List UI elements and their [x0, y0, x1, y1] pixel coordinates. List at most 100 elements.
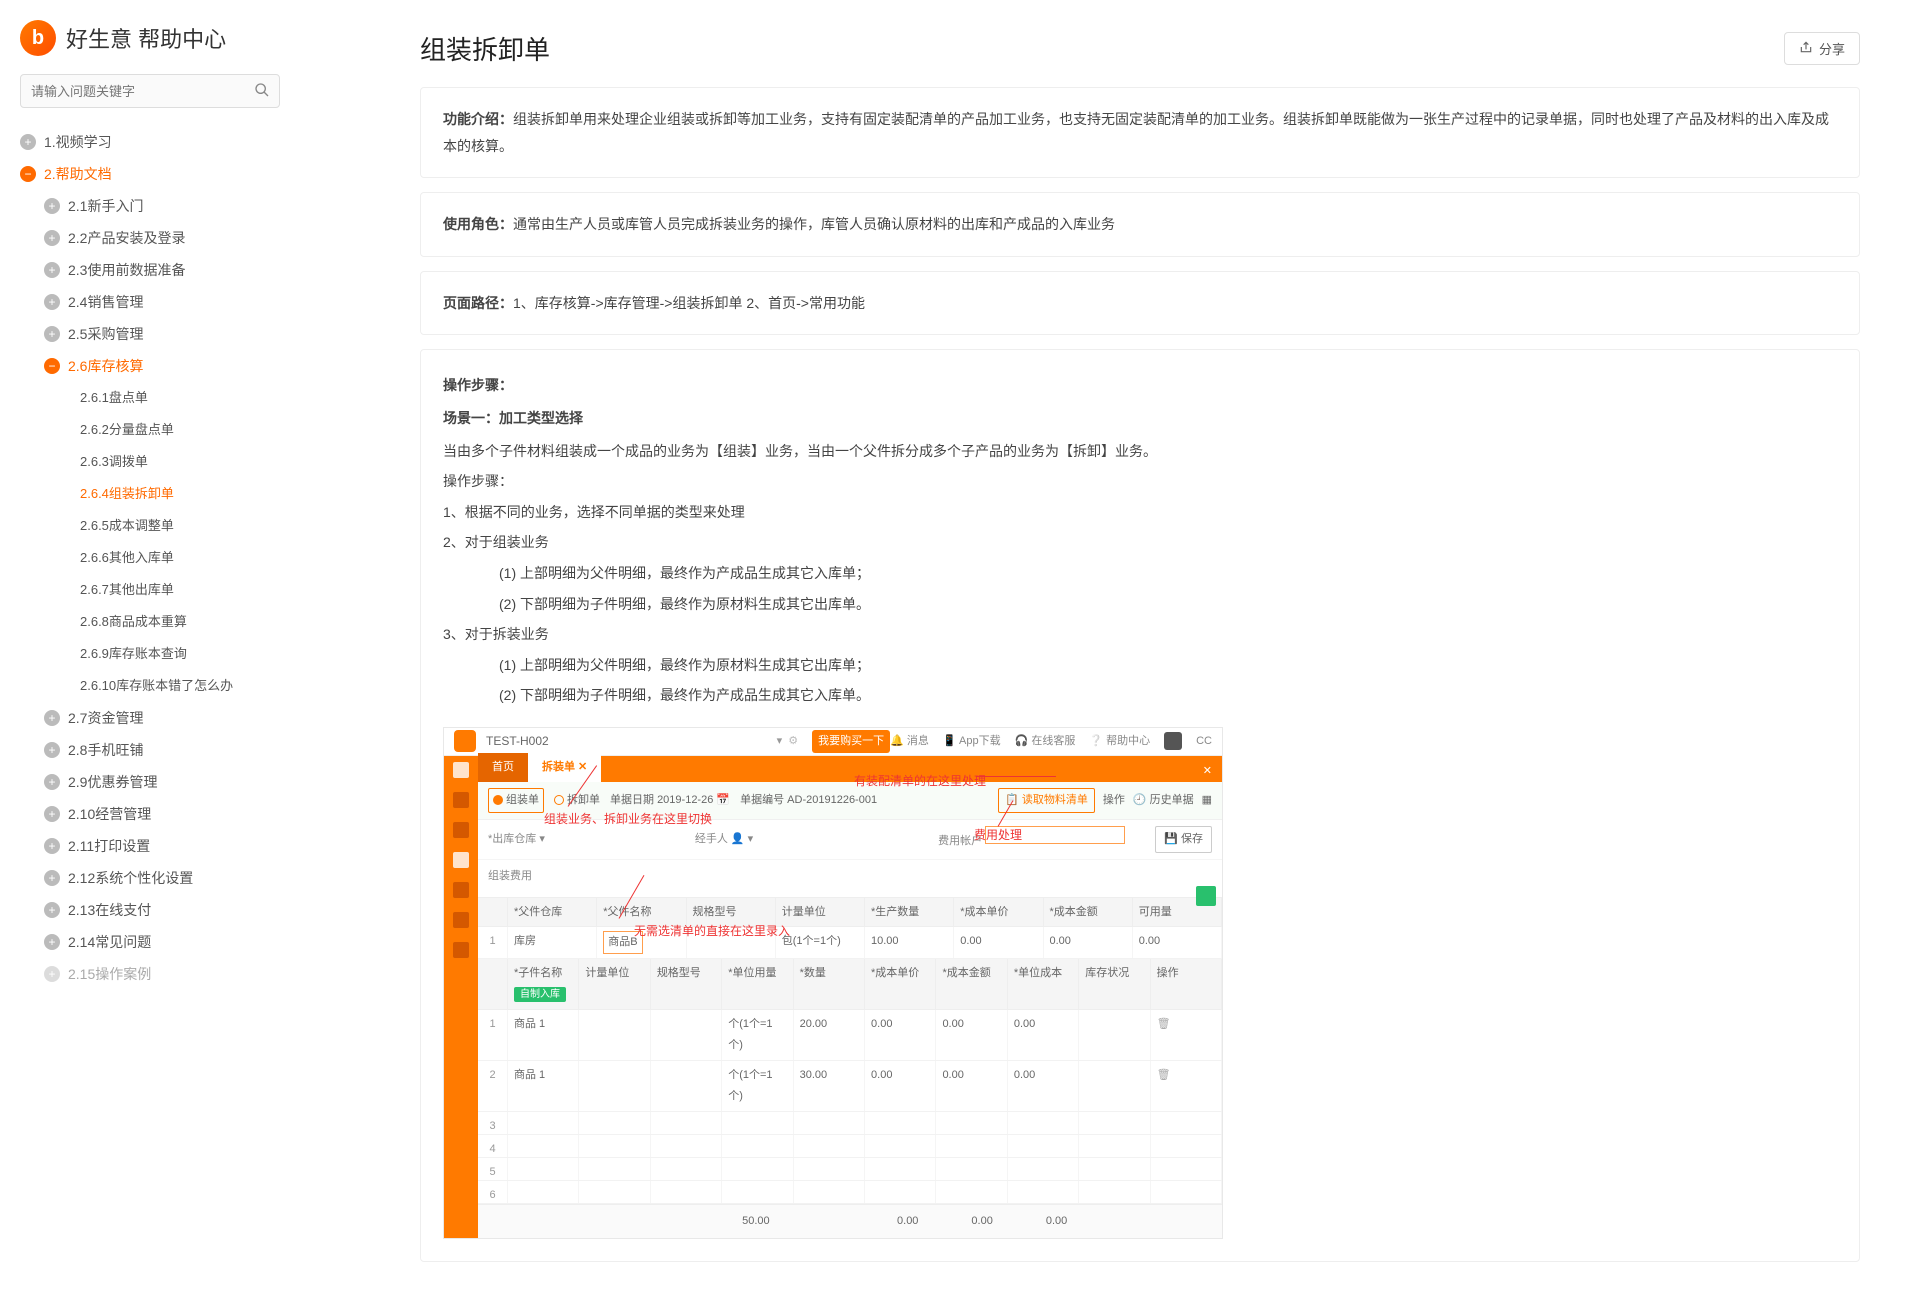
ss-cs: 🎧 在线客服 — [1015, 731, 1076, 752]
sidebar: b 好生意 帮助中心 +1.视频学习 −2.帮助文档 +2.1新手入门 +2.2… — [0, 0, 300, 1292]
plus-icon: + — [44, 294, 60, 310]
annotation-direct: 无需选清单的直接在这里录入 — [634, 920, 790, 943]
nav-icon — [453, 792, 469, 808]
annotation-switch: 组装业务、拆卸业务在这里切换 — [544, 808, 712, 831]
nav-2-6[interactable]: −2.6库存核算 — [20, 350, 280, 382]
ss-history: 🕘 历史单据 — [1133, 790, 1194, 811]
nav-2-11[interactable]: +2.11打印设置 — [20, 830, 280, 862]
ss-help: ❔ 帮助中心 — [1089, 731, 1150, 752]
nav-2-7[interactable]: +2.7资金管理 — [20, 702, 280, 734]
intro-label: 功能介绍： — [443, 111, 513, 127]
step2-2: (2) 下部明细为子件明细，最终作为原材料生成其它出库单。 — [443, 591, 1837, 618]
nav-2-3[interactable]: +2.3使用前数据准备 — [20, 254, 280, 286]
nav-2-1[interactable]: +2.1新手入门 — [20, 190, 280, 222]
nav-icon — [453, 822, 469, 838]
gear-icon: ⚙ — [788, 731, 798, 752]
plus-icon: + — [20, 134, 36, 150]
intro-text: 组装拆卸单用来处理企业组装或拆卸等加工业务，支持有固定装配清单的产品加工业务，也… — [443, 111, 1829, 154]
step3-2: (2) 下部明细为子件明细，最终作为产成品生成其它入库单。 — [443, 682, 1837, 709]
nav-2-6-6[interactable]: 2.6.6其他入库单 — [20, 542, 280, 574]
ss-docno: 单据编号 AD-20191226-001 — [740, 790, 877, 811]
intro-card: 功能介绍：组装拆卸单用来处理企业组装或拆卸等加工业务，支持有固定装配清单的产品加… — [420, 87, 1860, 178]
ss-msg: 🔔 消息 — [890, 731, 929, 752]
main-content: 组装拆卸单 分享 功能介绍：组装拆卸单用来处理企业组装或拆卸等加工业务，支持有固… — [300, 0, 1920, 1292]
nav-2-2[interactable]: +2.2产品安装及登录 — [20, 222, 280, 254]
plus-icon: + — [44, 902, 60, 918]
nav-2-6-3[interactable]: 2.6.3调拨单 — [20, 446, 280, 478]
embedded-screenshot: TEST-H002 ▾ ⚙ 我要购买一下 🔔 消息 📱 App下载 🎧 在线客服… — [443, 727, 1223, 1239]
steps-label: 操作步骤： — [443, 468, 1837, 495]
ss-ops: 操作 — [1103, 790, 1125, 811]
ss-tabs: 首页 拆装单 ✕ ✕ — [478, 756, 1222, 782]
ss-logo-icon — [454, 730, 476, 752]
table-row: 6 — [478, 1181, 1222, 1204]
nav-docs[interactable]: −2.帮助文档 — [20, 158, 280, 190]
role-card: 使用角色：通常由生产人员或库管人员完成拆装业务的操作，库管人员确认原材料的出库和… — [420, 192, 1860, 257]
table-row: 3 — [478, 1112, 1222, 1135]
nav-2-8[interactable]: +2.8手机旺铺 — [20, 734, 280, 766]
nav-2-6-9[interactable]: 2.6.9库存账本查询 — [20, 638, 280, 670]
nav-2-6-2[interactable]: 2.6.2分量盘点单 — [20, 414, 280, 446]
annotation-fee: 费用处理 — [974, 824, 1022, 847]
nav-2-6-5[interactable]: 2.6.5成本调整单 — [20, 510, 280, 542]
ss-child-head: *子件名称 自制入库计量单位规格型号*单位用量*数量*成本单价*成本金额*单位成… — [478, 959, 1222, 1010]
nav-2-14[interactable]: +2.14常见问题 — [20, 926, 280, 958]
steps-block: 操作步骤： 场景一：加工类型选择 当由多个子件材料组装成一个成品的业务为【组装】… — [420, 349, 1860, 1261]
nav-2-6-10[interactable]: 2.6.10库存账本错了怎么办 — [20, 670, 280, 702]
plus-icon: + — [44, 326, 60, 342]
nav-2-6-7[interactable]: 2.6.7其他出库单 — [20, 574, 280, 606]
nav-2-10[interactable]: +2.10经营管理 — [20, 798, 280, 830]
ss-topbar: TEST-H002 ▾ ⚙ 我要购买一下 🔔 消息 📱 App下载 🎧 在线客服… — [444, 728, 1222, 756]
ss-parent-row: 1库房商品B包(1个=1个)10.000.000.000.00 — [478, 927, 1222, 959]
search-input[interactable] — [20, 74, 280, 108]
share-icon — [1799, 40, 1813, 57]
search-box — [20, 74, 280, 108]
ss-app: 📱 App下载 — [943, 731, 1001, 752]
ss-save-button: 💾 保存 — [1155, 826, 1212, 853]
nav-2-6-4[interactable]: 2.6.4组装拆卸单 — [20, 478, 280, 510]
table-row: 4 — [478, 1135, 1222, 1158]
nav-icon — [453, 882, 469, 898]
role-text: 通常由生产人员或库管人员完成拆装业务的操作，库管人员确认原材料的出库和产成品的入… — [513, 216, 1115, 232]
ss-radio-assemble: 组装单 — [488, 788, 544, 813]
ss-tab-home: 首页 — [478, 753, 528, 782]
plus-icon: + — [44, 198, 60, 214]
path-label: 页面路径： — [443, 295, 513, 311]
share-button[interactable]: 分享 — [1784, 32, 1860, 65]
trash-icon: 🗑 — [1157, 1018, 1171, 1030]
nav-2-15[interactable]: +2.15操作案例 — [20, 958, 280, 990]
nav-2-13[interactable]: +2.13在线支付 — [20, 894, 280, 926]
plus-icon: + — [44, 870, 60, 886]
nav-video[interactable]: +1.视频学习 — [20, 126, 280, 158]
nav-2-6-8[interactable]: 2.6.8商品成本重算 — [20, 606, 280, 638]
ss-org: TEST-H002 — [486, 730, 549, 753]
plus-icon: + — [44, 742, 60, 758]
brand-name: 好生意 帮助中心 — [66, 22, 226, 54]
nav-2-12[interactable]: +2.12系统个性化设置 — [20, 862, 280, 894]
table-row: 5 — [478, 1158, 1222, 1181]
plus-icon: + — [44, 934, 60, 950]
grid-icon: ▦ — [1202, 790, 1212, 811]
float-expand-icon — [1196, 886, 1216, 906]
nav-icon — [453, 762, 469, 778]
scene1-text: 当由多个子件材料组装成一个成品的业务为【组装】业务，当由一个父件拆分成多个子产品… — [443, 438, 1837, 465]
table-row: 1商品 1个(1个=1个)20.000.000.000.00🗑 — [478, 1010, 1222, 1061]
nav-2-6-1[interactable]: 2.6.1盘点单 — [20, 382, 280, 414]
step3-1: (1) 上部明细为父件明细，最终作为原材料生成其它出库单； — [443, 652, 1837, 679]
path-text: 1、库存核算->库存管理->组装拆卸单 2、首页->常用功能 — [513, 295, 865, 311]
steps-title: 操作步骤： — [443, 372, 1837, 399]
search-icon[interactable] — [254, 82, 270, 101]
ss-user: CC — [1196, 731, 1212, 752]
nav-2-4[interactable]: +2.4销售管理 — [20, 286, 280, 318]
role-label: 使用角色： — [443, 216, 513, 232]
plus-icon: + — [44, 774, 60, 790]
ss-top-right: 🔔 消息 📱 App下载 🎧 在线客服 ❔ 帮助中心 CC — [890, 731, 1212, 752]
nav-2-5[interactable]: +2.5采购管理 — [20, 318, 280, 350]
ss-trial-button: 我要购买一下 — [812, 730, 890, 753]
scene1-title: 场景一：加工类型选择 — [443, 405, 1837, 432]
trash-icon: 🗑 — [1157, 1069, 1171, 1081]
ss-tab-active: 拆装单 ✕ — [528, 753, 601, 782]
brand: b 好生意 帮助中心 — [20, 20, 280, 56]
minus-icon: − — [20, 166, 36, 182]
nav-2-9[interactable]: +2.9优惠券管理 — [20, 766, 280, 798]
